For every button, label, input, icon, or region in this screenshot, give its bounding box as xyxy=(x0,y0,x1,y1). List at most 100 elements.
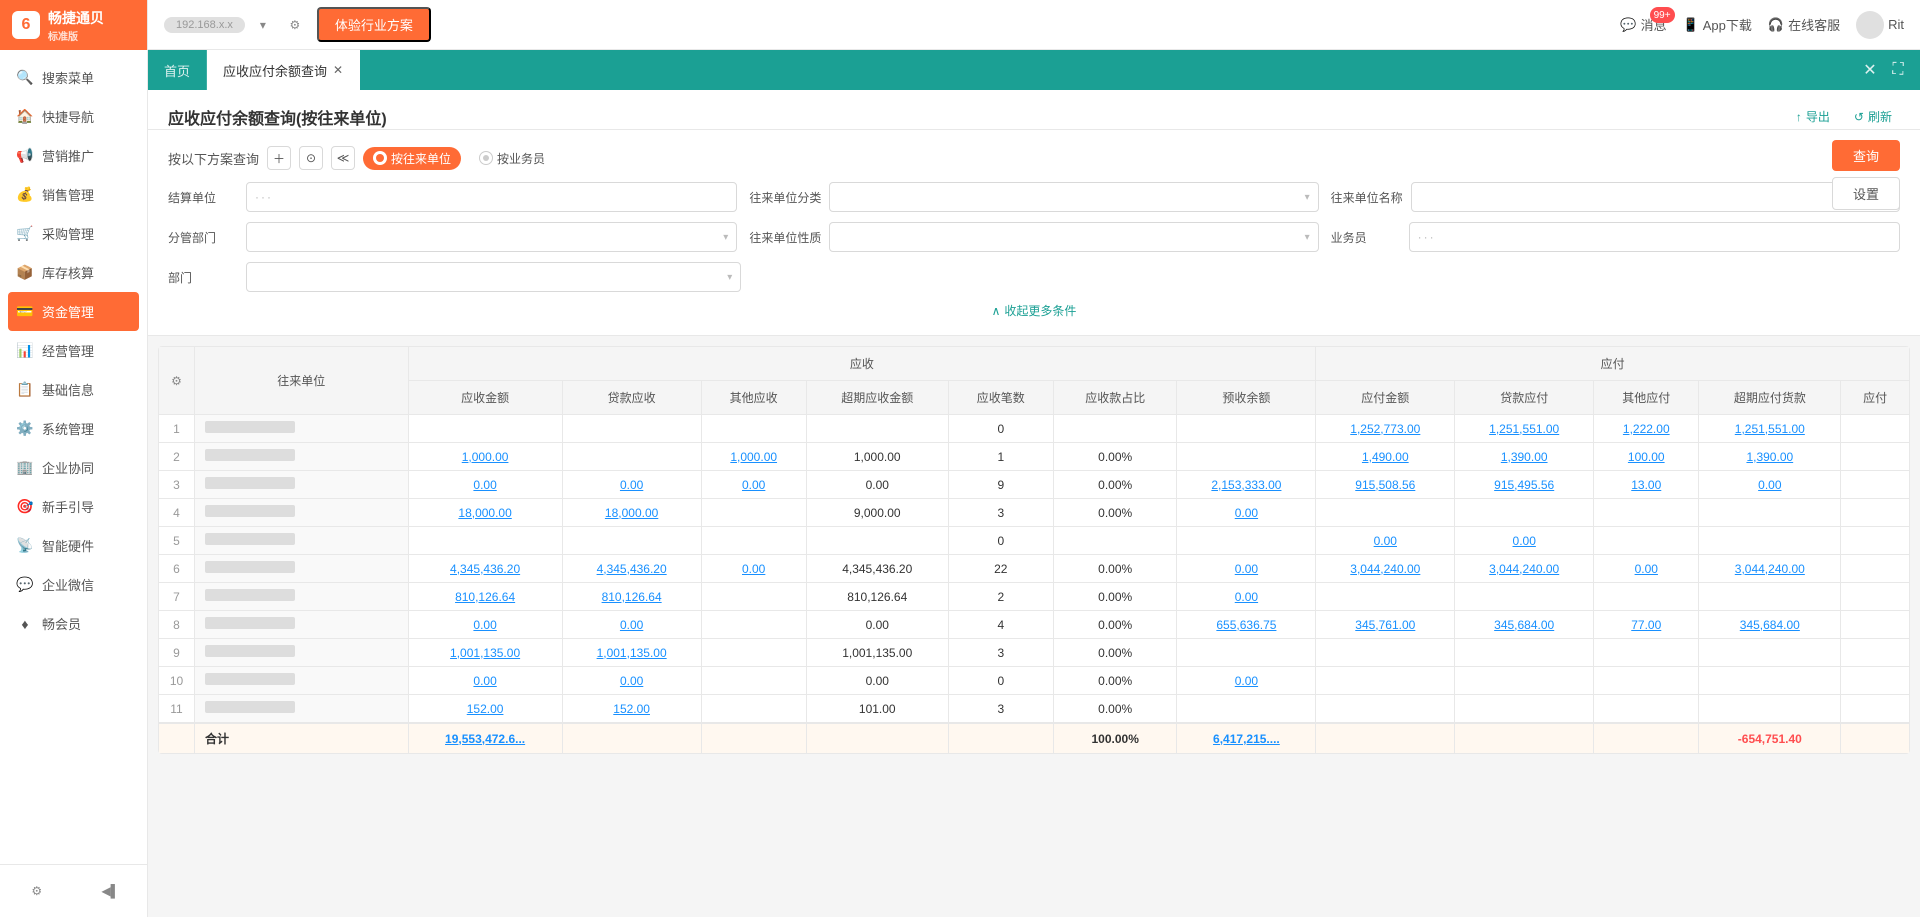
cell-value[interactable]: 3,044,240.00 xyxy=(1316,555,1455,583)
cell-value[interactable]: 0.00 xyxy=(1594,555,1699,583)
refresh-button[interactable]: ↺ 刷新 xyxy=(1846,104,1900,129)
table-scroll-wrapper[interactable]: ⚙ 往来单位 应收 应付 应收金额 贷款应收 其他应收 超期应收金额 应收笔数 … xyxy=(158,346,1910,754)
cell-value[interactable]: 0.00 xyxy=(408,667,562,695)
app-download-button[interactable]: 📱 App下载 xyxy=(1683,15,1752,34)
settings-col-header[interactable]: ⚙ xyxy=(159,347,195,415)
filter-by-unit[interactable]: 按往来单位 xyxy=(363,147,461,170)
cell-value[interactable]: 1,251,551.00 xyxy=(1699,415,1841,443)
cell-value[interactable]: 4,345,436.20 xyxy=(562,555,701,583)
footer-advance-total[interactable]: 6,417,215.... xyxy=(1177,723,1316,754)
cell-value[interactable]: 1,252,773.00 xyxy=(1316,415,1455,443)
sidebar-item-finance[interactable]: 💳 资金管理 xyxy=(8,292,139,331)
sidebar-item-newbie[interactable]: 🎯 新手引导 xyxy=(0,487,147,526)
cell-value[interactable]: 0.00 xyxy=(1177,667,1316,695)
cell-value[interactable]: 152.00 xyxy=(408,695,562,724)
sidebar-item-enterprise[interactable]: 🏢 企业协同 xyxy=(0,448,147,487)
service-button[interactable]: 🎧 在线客服 xyxy=(1768,15,1840,34)
cell-value[interactable]: 0.00 xyxy=(562,611,701,639)
gear-button[interactable]: ⚙ xyxy=(281,11,309,39)
filter-by-staff[interactable]: 按业务员 xyxy=(469,147,555,170)
cell-value[interactable]: 810,126.64 xyxy=(408,583,562,611)
set-button[interactable]: 设置 xyxy=(1832,177,1900,210)
footer-recv-total[interactable]: 19,553,472.6... xyxy=(408,723,562,754)
cell-value[interactable]: 1,390.00 xyxy=(1455,443,1594,471)
cell-value[interactable]: 345,761.00 xyxy=(1316,611,1455,639)
cell-value[interactable]: 345,684.00 xyxy=(1455,611,1594,639)
export-button[interactable]: ↑ 导出 xyxy=(1788,104,1838,129)
cell-value[interactable]: 1,490.00 xyxy=(1316,443,1455,471)
sidebar-item-hardware[interactable]: 📡 智能硬件 xyxy=(0,526,147,565)
cell-value[interactable]: 0.00 xyxy=(1177,499,1316,527)
cell-value[interactable]: 4,345,436.20 xyxy=(408,555,562,583)
filter-more-button[interactable]: ≪ xyxy=(331,146,355,170)
sidebar-item-member[interactable]: ♦ 畅会员 xyxy=(0,604,147,643)
department-input[interactable]: ▾ xyxy=(246,262,741,292)
cell-value[interactable]: 655,636.75 xyxy=(1177,611,1316,639)
sidebar-item-basics[interactable]: 📋 基础信息 xyxy=(0,370,147,409)
collapse-filter-button[interactable]: ∧ 收起更多条件 xyxy=(168,302,1900,319)
sidebar-item-system[interactable]: ⚙️ 系统管理 xyxy=(0,409,147,448)
cell-value[interactable]: 2,153,333.00 xyxy=(1177,471,1316,499)
sidebar-item-marketing[interactable]: 📢 营销推广 xyxy=(0,136,147,175)
tab-close-button[interactable]: ✕ xyxy=(333,63,343,77)
sidebar-item-purchase[interactable]: 🛒 采购管理 xyxy=(0,214,147,253)
cell-value[interactable]: 0.00 xyxy=(562,667,701,695)
filter-config-button[interactable]: ⊙ xyxy=(299,146,323,170)
salesman-input[interactable]: ··· xyxy=(1409,222,1900,252)
sidebar-item-quicknav[interactable]: 🏠 快捷导航 xyxy=(0,97,147,136)
cell-value[interactable]: 1,001,135.00 xyxy=(408,639,562,667)
recv-loan-header: 贷款应收 xyxy=(562,381,701,415)
cell-value[interactable]: 0.00 xyxy=(1177,583,1316,611)
sidebar-item-inventory[interactable]: 📦 库存核算 xyxy=(0,253,147,292)
unit-category-input[interactable]: ▾ xyxy=(829,182,1318,212)
cell-value[interactable]: 13.00 xyxy=(1594,471,1699,499)
cell-value[interactable]: 810,126.64 xyxy=(562,583,701,611)
cell-value[interactable]: 0.00 xyxy=(408,611,562,639)
unit-name-input[interactable] xyxy=(1411,182,1900,212)
promo-button[interactable]: 体验行业方案 xyxy=(317,7,431,42)
settings-button[interactable]: ⚙ xyxy=(21,875,53,907)
user-menu[interactable]: Rit xyxy=(1856,11,1904,39)
cell-value[interactable]: 1,000.00 xyxy=(701,443,806,471)
cell-value[interactable]: 0.00 xyxy=(701,471,806,499)
cell-value[interactable]: 1,001,135.00 xyxy=(562,639,701,667)
settlement-unit-input[interactable]: ··· xyxy=(246,182,737,212)
cell-value[interactable]: 0.00 xyxy=(1699,471,1841,499)
cell-value[interactable]: 0.00 xyxy=(562,471,701,499)
cell-value[interactable]: 345,684.00 xyxy=(1699,611,1841,639)
cell-value[interactable]: 1,000.00 xyxy=(408,443,562,471)
sidebar-item-sales[interactable]: 💰 销售管理 xyxy=(0,175,147,214)
message-button[interactable]: 💬 消息 99+ xyxy=(1620,15,1666,34)
collapse-button[interactable]: ◀▌ xyxy=(94,875,126,907)
cell-value[interactable]: 100.00 xyxy=(1594,443,1699,471)
query-button[interactable]: 查询 xyxy=(1832,140,1900,171)
cell-value[interactable]: 1,390.00 xyxy=(1699,443,1841,471)
breadcrumb-arrow[interactable]: ▾ xyxy=(249,11,277,39)
cell-value[interactable]: 0.00 xyxy=(408,471,562,499)
cell-value[interactable]: 915,495.56 xyxy=(1455,471,1594,499)
cell-value[interactable]: 0.00 xyxy=(1177,555,1316,583)
cell-value[interactable]: 1,251,551.00 xyxy=(1455,415,1594,443)
unit-nature-input[interactable]: ▾ xyxy=(829,222,1318,252)
cell-value[interactable]: 3,044,240.00 xyxy=(1455,555,1594,583)
cell-value[interactable]: 3,044,240.00 xyxy=(1699,555,1841,583)
cell-value[interactable]: 18,000.00 xyxy=(562,499,701,527)
cell-value[interactable]: 915,508.56 xyxy=(1316,471,1455,499)
sidebar-item-wechat[interactable]: 💬 企业微信 xyxy=(0,565,147,604)
cell-value[interactable]: 152.00 xyxy=(562,695,701,724)
filter-add-button[interactable]: ＋ xyxy=(267,146,291,170)
sidebar-item-search[interactable]: 🔍 搜索菜单 xyxy=(0,58,147,97)
tab-close-window-button[interactable]: ✕ xyxy=(1856,56,1884,84)
table-settings-icon[interactable]: ⚙ xyxy=(171,374,182,388)
cell-value[interactable]: 0.00 xyxy=(1455,527,1594,555)
tab-query[interactable]: 应收应付余额查询 ✕ xyxy=(207,50,360,90)
tab-home[interactable]: 首页 xyxy=(148,50,207,90)
sidebar-item-operations[interactable]: 📊 经营管理 xyxy=(0,331,147,370)
cell-value[interactable]: 0.00 xyxy=(701,555,806,583)
dept-input[interactable]: ▾ xyxy=(246,222,737,252)
cell-value[interactable]: 18,000.00 xyxy=(408,499,562,527)
cell-value[interactable]: 77.00 xyxy=(1594,611,1699,639)
cell-value[interactable]: 1,222.00 xyxy=(1594,415,1699,443)
cell-value[interactable]: 0.00 xyxy=(1316,527,1455,555)
tab-maximize-button[interactable]: ⛶ xyxy=(1884,56,1912,84)
